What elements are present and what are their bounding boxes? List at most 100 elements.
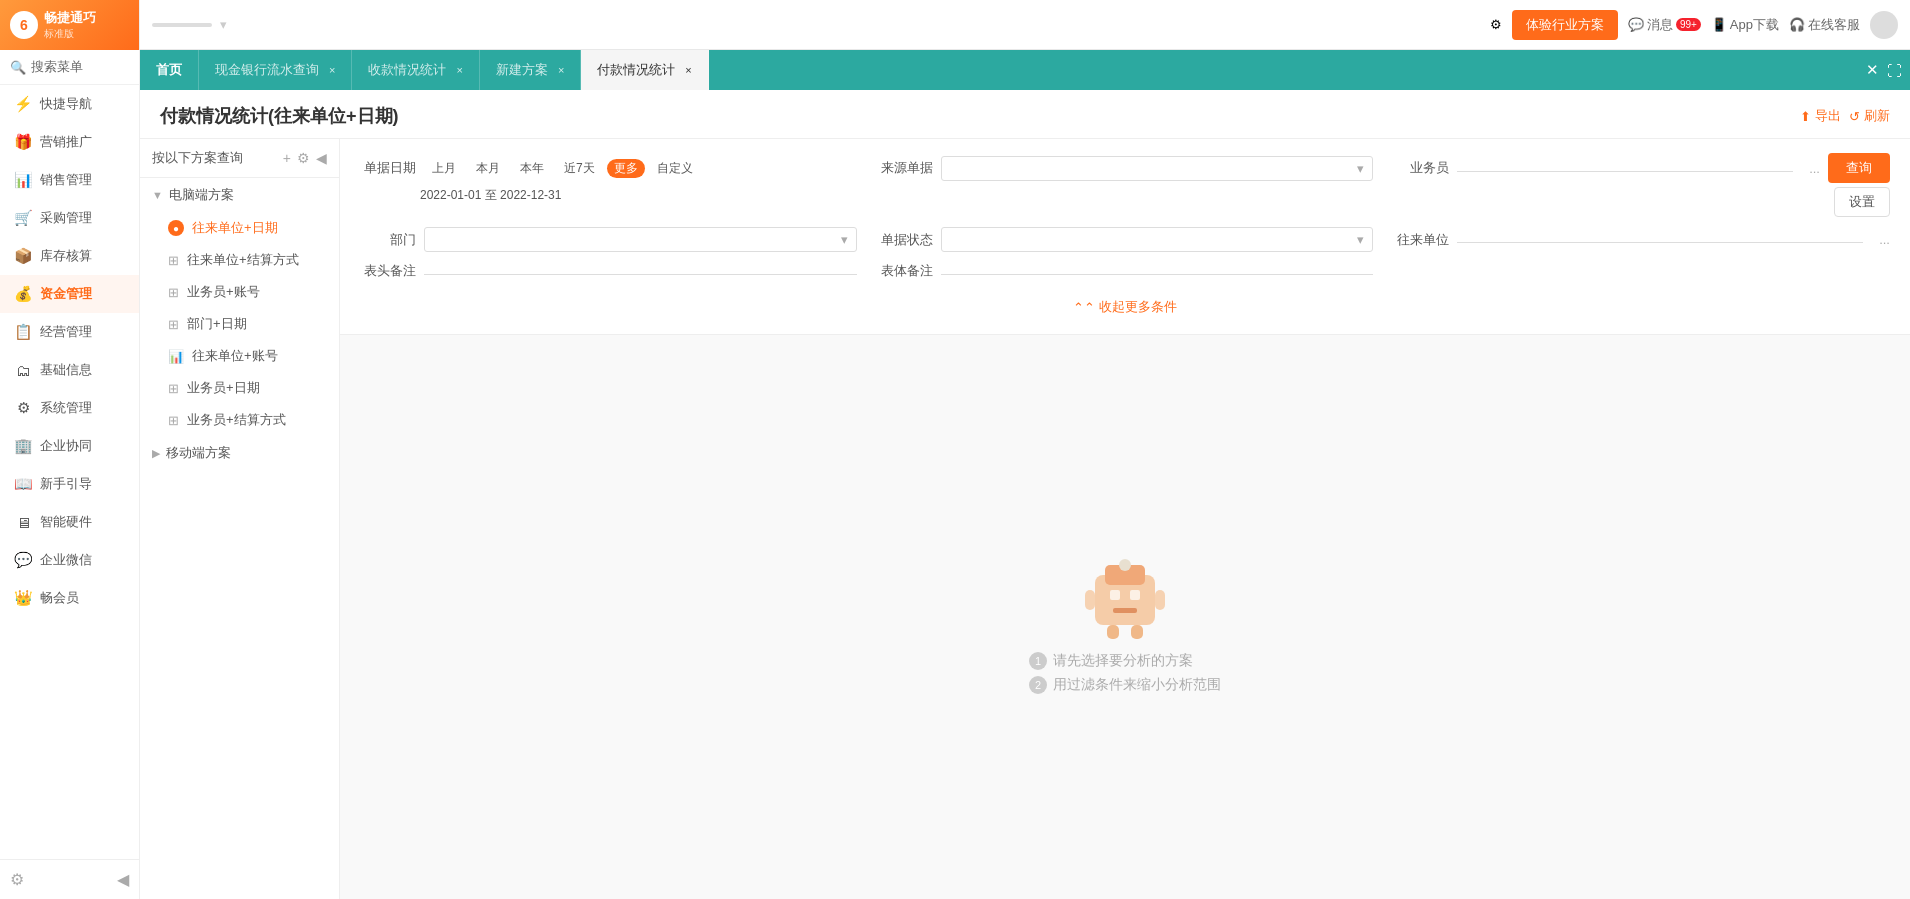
scheme-item-partner-date[interactable]: ● 往来单位+日期 — [140, 212, 339, 244]
date-btn-7days[interactable]: 近7天 — [556, 158, 603, 179]
sidebar-item-hardware[interactable]: 🖥 智能硬件 — [0, 503, 139, 541]
page-title: 付款情况统计(往来单位+日期) — [160, 104, 399, 128]
tab-receipt-stats[interactable]: 收款情况统计 × — [352, 50, 479, 90]
tab-new-scheme[interactable]: 新建方案 × — [480, 50, 581, 90]
date-btn-this-month[interactable]: 本月 — [468, 158, 508, 179]
system-icon: ⚙ — [14, 399, 32, 417]
svg-rect-6 — [1085, 590, 1095, 610]
scheme-item-salesperson-account[interactable]: ⊞ 业务员+账号 — [140, 276, 339, 308]
sidebar-nav: ⚡ 快捷导航 🎁 营销推广 📊 销售管理 🛒 采购管理 📦 库存核算 💰 资金管… — [0, 85, 139, 859]
refresh-icon: ↺ — [1849, 109, 1860, 124]
salesperson-dots[interactable]: ... — [1809, 161, 1820, 176]
tab-bank-flow[interactable]: 现金银行流水查询 × — [199, 50, 352, 90]
close-all-tabs-button[interactable]: ✕ — [1866, 61, 1879, 79]
sidebar-header: 6 畅捷通巧 标准版 — [0, 0, 139, 50]
sidebar-settings-button[interactable]: ⚙ — [10, 870, 24, 889]
scheme-collapse-button[interactable]: ◀ — [316, 150, 327, 166]
salesperson-input[interactable] — [1457, 165, 1793, 172]
filter-row-1: 单据日期 上月 本月 本年 近7天 更多 自定义 — [340, 139, 1910, 217]
sidebar-item-operation[interactable]: 📋 经营管理 — [0, 313, 139, 351]
purchase-icon: 🛒 — [14, 209, 32, 227]
date-btn-this-year[interactable]: 本年 — [512, 158, 552, 179]
inventory-icon: 📦 — [14, 247, 32, 265]
guide-icon: 📖 — [14, 475, 32, 493]
voucher-status-select[interactable]: ▾ — [941, 227, 1374, 252]
date-btn-last-month[interactable]: 上月 — [424, 158, 464, 179]
topbar-settings[interactable]: ⚙ — [1490, 17, 1502, 32]
sidebar-item-member[interactable]: 👑 畅会员 — [0, 579, 139, 617]
sidebar-item-purchase[interactable]: 🛒 采购管理 — [0, 199, 139, 237]
partner-input[interactable] — [1457, 236, 1863, 243]
sales-icon: 📊 — [14, 171, 32, 189]
gear-icon: ⚙ — [1490, 17, 1502, 32]
scheme-settings-button[interactable]: ⚙ — [297, 150, 310, 166]
scheme-group-desktop-header[interactable]: ▼ 电脑端方案 — [140, 178, 339, 212]
date-btn-custom[interactable]: 自定义 — [649, 158, 701, 179]
tab-receipt-stats-close[interactable]: × — [456, 64, 462, 76]
svg-rect-9 — [1131, 625, 1143, 639]
add-scheme-button[interactable]: + — [283, 150, 291, 166]
department-label: 部门 — [360, 231, 416, 249]
source-dropdown-icon: ▾ — [1357, 161, 1364, 176]
sidebar-item-system[interactable]: ⚙ 系统管理 — [0, 389, 139, 427]
source-voucher-select[interactable]: ▾ — [941, 156, 1374, 181]
voucher-status-label: 单据状态 — [877, 231, 933, 249]
sidebar-item-marketing[interactable]: 🎁 营销推广 — [0, 123, 139, 161]
sidebar-item-guide[interactable]: 📖 新手引导 — [0, 465, 139, 503]
wechat-icon: 💬 — [14, 551, 32, 569]
table-body-note-input[interactable] — [941, 268, 1374, 275]
scheme-header: 按以下方案查询 + ⚙ ◀ — [140, 139, 339, 178]
sidebar-item-wechat[interactable]: 💬 企业微信 — [0, 541, 139, 579]
refresh-button[interactable]: ↺ 刷新 — [1849, 107, 1890, 125]
query-button[interactable]: 查询 — [1828, 153, 1890, 183]
scheme-group-mobile-header[interactable]: ▶ 移动端方案 — [140, 436, 339, 470]
content-area: 付款情况统计(往来单位+日期) ⬆ 导出 ↺ 刷新 按以下方案查询 + — [140, 90, 1910, 899]
scheme-panel: 按以下方案查询 + ⚙ ◀ ▼ 电脑端方案 ● 往来单位+日期 — [140, 139, 340, 899]
body-area: 按以下方案查询 + ⚙ ◀ ▼ 电脑端方案 ● 往来单位+日期 — [140, 139, 1910, 899]
table-header-note-input[interactable] — [424, 268, 857, 275]
expand-button[interactable]: ⛶ — [1887, 62, 1902, 79]
empty-state: 1 请先选择要分析的方案 2 用过滤条件来缩小分析范围 — [1029, 540, 1221, 694]
online-service-button[interactable]: 🎧 在线客服 — [1789, 16, 1860, 34]
message-badge: 99+ — [1676, 18, 1701, 31]
sidebar-item-enterprise[interactable]: 🏢 企业协同 — [0, 427, 139, 465]
tab-bank-flow-close[interactable]: × — [329, 64, 335, 76]
app-download-button[interactable]: 📱 App下载 — [1711, 16, 1779, 34]
status-dropdown-icon: ▾ — [1357, 232, 1364, 247]
sidebar-item-inventory[interactable]: 📦 库存核算 — [0, 237, 139, 275]
sidebar-collapse-button[interactable]: ◀ — [117, 870, 129, 889]
sidebar-item-quick-nav[interactable]: ⚡ 快捷导航 — [0, 85, 139, 123]
tab-new-scheme-close[interactable]: × — [558, 64, 564, 76]
message-icon: 💬 — [1628, 17, 1644, 32]
collapse-more-button[interactable]: ⌃⌃ 收起更多条件 — [340, 290, 1910, 324]
scheme-item-partner-account[interactable]: 📊 往来单位+账号 — [140, 340, 339, 372]
trial-button[interactable]: 体验行业方案 — [1512, 10, 1618, 40]
tab-payment-stats-close[interactable]: × — [685, 64, 691, 76]
member-icon: 👑 — [14, 589, 32, 607]
messages-button[interactable]: 💬 消息 99+ — [1628, 16, 1701, 34]
search-icon: 🔍 — [10, 60, 26, 75]
search-menu[interactable]: 🔍 搜索菜单 — [0, 50, 139, 85]
tab-payment-stats[interactable]: 付款情况统计 × — [581, 50, 708, 90]
svg-rect-5 — [1113, 608, 1137, 613]
department-select[interactable]: ▾ — [424, 227, 857, 252]
scheme-item-salesperson-settle[interactable]: ⊞ 业务员+结算方式 — [140, 404, 339, 436]
partner-dots[interactable]: ... — [1879, 232, 1890, 247]
filter-row-3: 表头备注 表体备注 — [340, 252, 1910, 280]
filter-cell-status: 单据状态 ▾ — [877, 227, 1374, 252]
scheme-item-partner-settle[interactable]: ⊞ 往来单位+结算方式 — [140, 244, 339, 276]
scheme-item-dept-date[interactable]: ⊞ 部门+日期 — [140, 308, 339, 340]
sidebar-item-basic[interactable]: 🗂 基础信息 — [0, 351, 139, 389]
main-content: ▾ ⚙ 体验行业方案 💬 消息 99+ 📱 App下载 🎧 在线客服 首页 现金… — [140, 0, 1910, 899]
table-scheme-icon5: ⊞ — [168, 413, 179, 428]
sidebar-item-sales[interactable]: 📊 销售管理 — [0, 161, 139, 199]
export-button[interactable]: ⬆ 导出 — [1800, 107, 1841, 125]
table-scheme-icon3: ⊞ — [168, 317, 179, 332]
sidebar-item-capital[interactable]: 💰 资金管理 — [0, 275, 139, 313]
date-btn-more[interactable]: 更多 — [607, 159, 645, 178]
settings-button[interactable]: 设置 — [1834, 187, 1890, 217]
tab-home[interactable]: 首页 — [140, 50, 199, 90]
scheme-item-salesperson-date[interactable]: ⊞ 业务员+日期 — [140, 372, 339, 404]
table-scheme-icon4: ⊞ — [168, 381, 179, 396]
user-avatar[interactable] — [1870, 11, 1898, 39]
